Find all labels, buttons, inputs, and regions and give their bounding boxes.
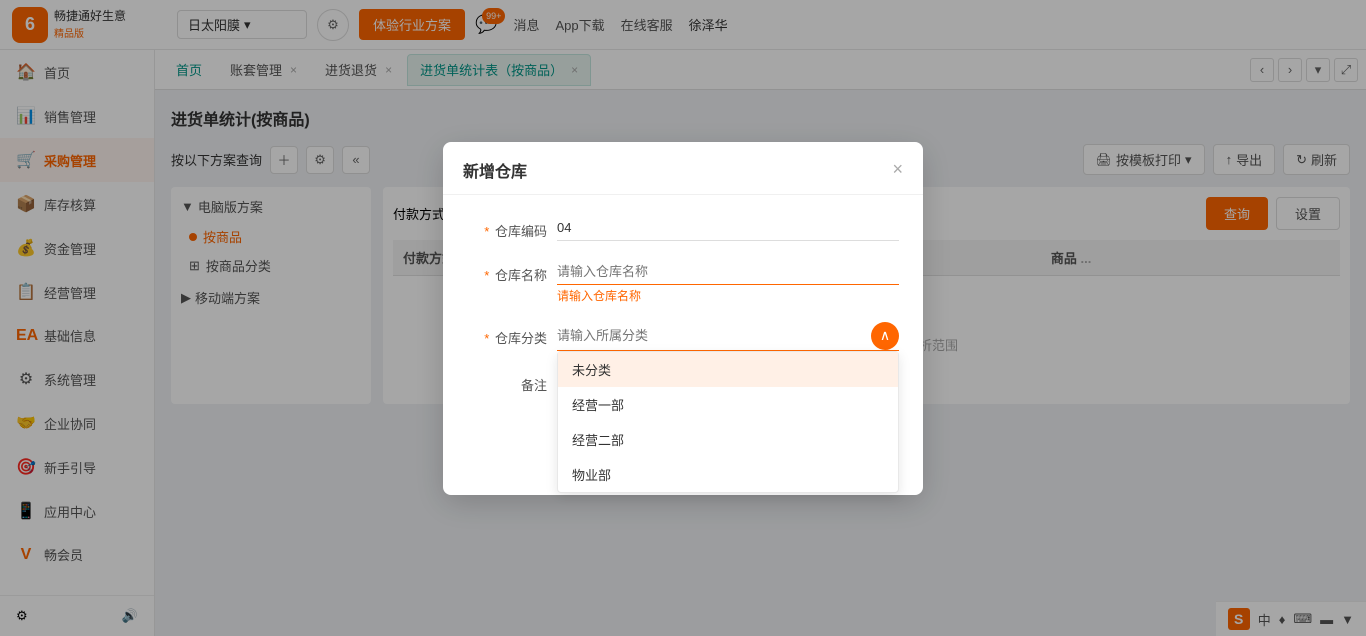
modal-overlay: 新增仓库 × * 仓库编码 * 仓库名称 请输入仓库名称 <box>0 0 1366 636</box>
name-label: * 仓库名称 <box>467 259 547 284</box>
category-label: * 仓库分类 <box>467 322 547 347</box>
name-field-wrap: 请输入仓库名称 <box>557 259 899 304</box>
form-row-category: * 仓库分类 ∧ 未分类 <box>467 322 899 351</box>
category-input-row: ∧ <box>557 322 899 351</box>
warehouse-name-input[interactable] <box>557 259 899 285</box>
dropdown-item-dept2[interactable]: 经营二部 <box>558 422 898 457</box>
category-input[interactable] <box>557 323 871 348</box>
name-error-msg: 请输入仓库名称 <box>557 287 899 304</box>
modal-header: 新增仓库 × <box>443 142 923 195</box>
dropdown-item-uncategorized[interactable]: 未分类 <box>558 352 898 387</box>
warehouse-code-input[interactable] <box>557 215 899 241</box>
dropdown-item-dept1[interactable]: 经营一部 <box>558 387 898 422</box>
modal-body: * 仓库编码 * 仓库名称 请输入仓库名称 * <box>443 195 923 433</box>
modal-close-button[interactable]: × <box>892 159 903 180</box>
category-dropdown-list: 未分类 经营一部 经营二部 物业部 <box>557 351 899 493</box>
code-label: * 仓库编码 <box>467 215 547 240</box>
form-row-code: * 仓库编码 <box>467 215 899 241</box>
dropdown-item-property[interactable]: 物业部 <box>558 457 898 492</box>
category-dropdown-wrap: ∧ 未分类 经营一部 经营二部 <box>557 322 899 351</box>
note-label: 备注 <box>467 369 547 394</box>
modal-title: 新增仓库 <box>463 158 527 182</box>
new-warehouse-modal: 新增仓库 × * 仓库编码 * 仓库名称 请输入仓库名称 <box>443 142 923 495</box>
category-dropdown-arrow[interactable]: ∧ <box>871 322 899 350</box>
form-row-name: * 仓库名称 请输入仓库名称 <box>467 259 899 304</box>
